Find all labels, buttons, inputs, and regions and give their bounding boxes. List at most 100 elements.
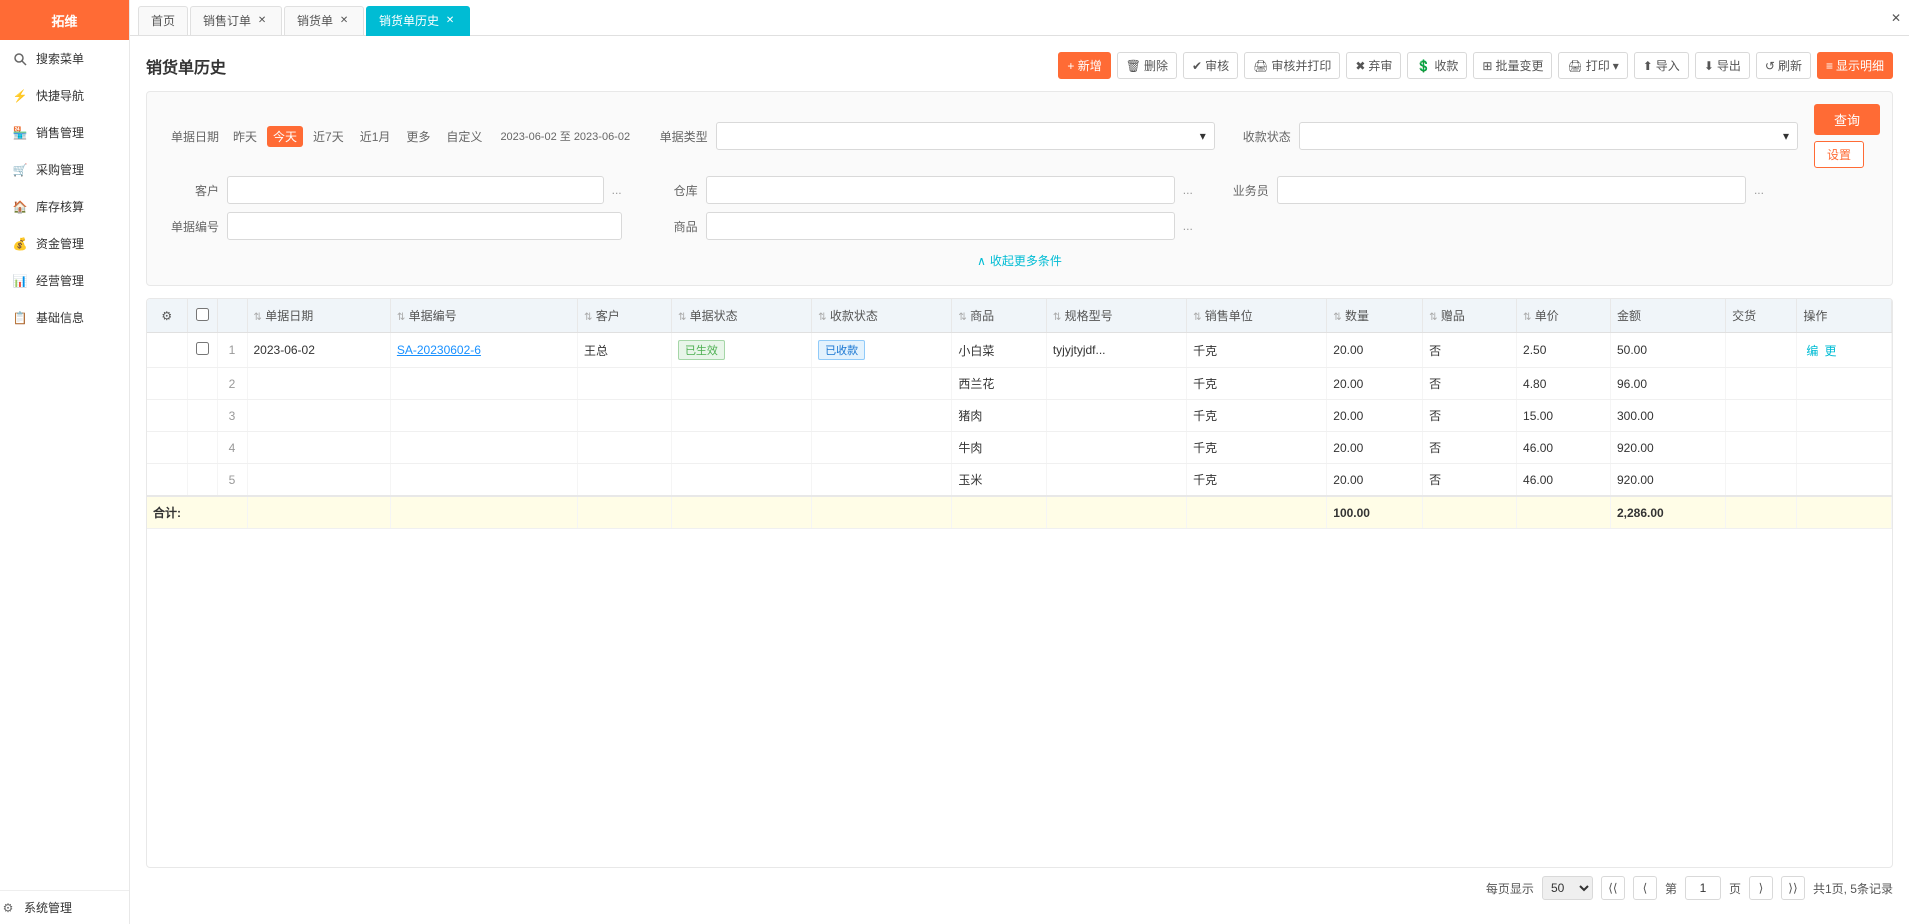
cell-checkbox[interactable]: [187, 464, 217, 497]
table-header-row: ⚙ ⇅ 单据日期 ⇅ 单据编号 ⇅ 客户 ⇅ 单据状态 ⇅ 收款状态 ⇅ 商品 …: [147, 299, 1892, 333]
cell-spec: [1046, 464, 1186, 497]
col-payment-status[interactable]: ⇅ 收款状态: [812, 299, 952, 333]
sidebar-item-purchase-mgmt[interactable]: 🛒 采购管理: [0, 151, 129, 188]
col-gift[interactable]: ⇅ 赠品: [1423, 299, 1517, 333]
sidebar-item-quick-nav[interactable]: ⚡ 快捷导航: [0, 77, 129, 114]
doc-no-input[interactable]: [227, 212, 622, 240]
next-page-btn[interactable]: ⟩: [1749, 876, 1773, 900]
cell-checkbox[interactable]: [187, 400, 217, 432]
import-button[interactable]: ⬆ 导入: [1634, 52, 1689, 79]
sidebar-item-base-info[interactable]: 📋 基础信息: [0, 299, 129, 336]
doc-type-select[interactable]: ▾: [716, 122, 1215, 150]
collect-button[interactable]: 💲 收款: [1407, 52, 1467, 79]
row-checkbox[interactable]: [196, 342, 209, 355]
show-detail-button[interactable]: ≡ 显示明细: [1817, 52, 1893, 79]
cell-checkbox[interactable]: [187, 368, 217, 400]
warehouse-dots[interactable]: ...: [1183, 183, 1193, 197]
more-action[interactable]: 更: [1821, 344, 1839, 358]
sidebar-item-system[interactable]: ⚙ 系统管理: [0, 890, 129, 924]
payment-status-chevron: ▾: [1783, 129, 1789, 143]
last-page-btn[interactable]: ⟩⟩: [1781, 876, 1805, 900]
col-unit[interactable]: ⇅ 销售单位: [1187, 299, 1327, 333]
cell-doc-no: [390, 464, 577, 497]
doc-no-link[interactable]: SA-20230602-6: [397, 343, 481, 357]
customer-input[interactable]: [227, 176, 604, 204]
salesperson-input[interactable]: [1277, 176, 1746, 204]
sidebar-item-search-menu[interactable]: 搜索菜单: [0, 40, 129, 77]
tab-sales-history-close[interactable]: ✕: [443, 14, 457, 28]
cell-actions: 编更: [1797, 333, 1892, 368]
prev-page-btn[interactable]: ⟨: [1633, 876, 1657, 900]
shortcut-more[interactable]: 更多: [400, 126, 436, 147]
col-doc-no[interactable]: ⇅ 单据编号: [390, 299, 577, 333]
batch-change-icon: ⊞: [1482, 59, 1492, 73]
tab-sales-goods[interactable]: 销货单 ✕: [284, 6, 364, 36]
cell-num: 2: [217, 368, 247, 400]
sidebar-logo: 拓维: [0, 0, 129, 40]
review-button[interactable]: ✔ 审核: [1183, 52, 1238, 79]
first-page-btn[interactable]: ⟨⟨: [1601, 876, 1625, 900]
tab-sales-order-close[interactable]: ✕: [255, 14, 269, 28]
close-all-icon[interactable]: ✕: [1891, 11, 1901, 25]
cell-checkbox[interactable]: [187, 432, 217, 464]
customer-dots[interactable]: ...: [612, 183, 622, 197]
doc-type-label: 单据类型: [648, 128, 708, 145]
tab-sales-history[interactable]: 销货单历史 ✕: [366, 6, 470, 36]
tab-sales-order[interactable]: 销售订单 ✕: [190, 6, 282, 36]
collapse-button[interactable]: ∧ 收起更多条件: [973, 248, 1066, 273]
col-unit-price[interactable]: ⇅ 单价: [1517, 299, 1611, 333]
tab-sales-goods-close[interactable]: ✕: [337, 14, 351, 28]
review-print-button[interactable]: 🖨 审核并打印: [1244, 52, 1340, 79]
sidebar-item-finance[interactable]: 💰 资金管理: [0, 225, 129, 262]
col-spec[interactable]: ⇅ 规格型号: [1046, 299, 1186, 333]
delete-button[interactable]: 🗑 删除: [1117, 52, 1177, 79]
add-button[interactable]: + 新增: [1058, 52, 1110, 79]
abandon-button[interactable]: ✖ 弃审: [1346, 52, 1401, 79]
col-checkbox[interactable]: [187, 299, 217, 333]
edit-action[interactable]: 编: [1803, 344, 1821, 358]
payment-status-label: 收款状态: [1231, 128, 1291, 145]
shortcut-yesterday[interactable]: 昨天: [227, 126, 263, 147]
col-customer[interactable]: ⇅ 客户: [577, 299, 671, 333]
col-quantity[interactable]: ⇅ 数量: [1327, 299, 1423, 333]
tab-bar-right: ✕: [1891, 11, 1901, 25]
refresh-button[interactable]: ↺ 刷新: [1756, 52, 1811, 79]
col-goods[interactable]: ⇅ 商品: [952, 299, 1046, 333]
filter-row-1: 单据日期 昨天 今天 近7天 近1月 更多 自定义 2023-06-02 至 2…: [159, 104, 1880, 168]
goods-dots[interactable]: ...: [1183, 219, 1193, 233]
salesperson-dots[interactable]: ...: [1754, 183, 1764, 197]
cell-goods: 牛肉: [952, 432, 1046, 464]
shortcut-today[interactable]: 今天: [267, 126, 303, 147]
col-settings[interactable]: ⚙: [147, 299, 187, 333]
cell-goods: 小白菜: [952, 333, 1046, 368]
summary-quantity: 100.00: [1327, 496, 1423, 529]
print-icon: 🖨: [1567, 59, 1582, 73]
sidebar-item-operation[interactable]: 📊 经营管理: [0, 262, 129, 299]
sidebar-item-inventory[interactable]: 🏠 库存核算: [0, 188, 129, 225]
shortcut-1month[interactable]: 近1月: [354, 126, 397, 147]
salesperson-label: 业务员: [1209, 182, 1269, 199]
tab-home[interactable]: 首页: [138, 6, 188, 36]
per-page-select[interactable]: 50 100 200: [1542, 876, 1593, 900]
sidebar-item-sales-mgmt[interactable]: 🏪 销售管理: [0, 114, 129, 151]
search-icon: [12, 51, 28, 67]
cell-amount: 50.00: [1610, 333, 1725, 368]
filter-area: 单据日期 昨天 今天 近7天 近1月 更多 自定义 2023-06-02 至 2…: [146, 91, 1893, 286]
query-button[interactable]: 查询: [1814, 104, 1880, 135]
setting-button[interactable]: 设置: [1814, 141, 1864, 168]
select-all-checkbox[interactable]: [196, 308, 209, 321]
col-date[interactable]: ⇅ 单据日期: [247, 299, 390, 333]
shortcut-7days[interactable]: 近7天: [307, 126, 350, 147]
col-doc-status[interactable]: ⇅ 单据状态: [671, 299, 811, 333]
goods-input[interactable]: [706, 212, 1175, 240]
export-button[interactable]: ⬇ 导出: [1695, 52, 1750, 79]
cell-checkbox[interactable]: [187, 333, 217, 368]
cell-payment-status: [812, 368, 952, 400]
page-input[interactable]: [1685, 876, 1721, 900]
sort-gift-icon: ⇅: [1429, 312, 1437, 323]
shortcut-custom[interactable]: 自定义: [440, 126, 488, 147]
batch-change-button[interactable]: ⊞ 批量变更: [1473, 52, 1552, 79]
print-button[interactable]: 🖨 打印 ▾: [1558, 52, 1627, 79]
warehouse-input[interactable]: [706, 176, 1175, 204]
payment-status-select[interactable]: ▾: [1299, 122, 1798, 150]
